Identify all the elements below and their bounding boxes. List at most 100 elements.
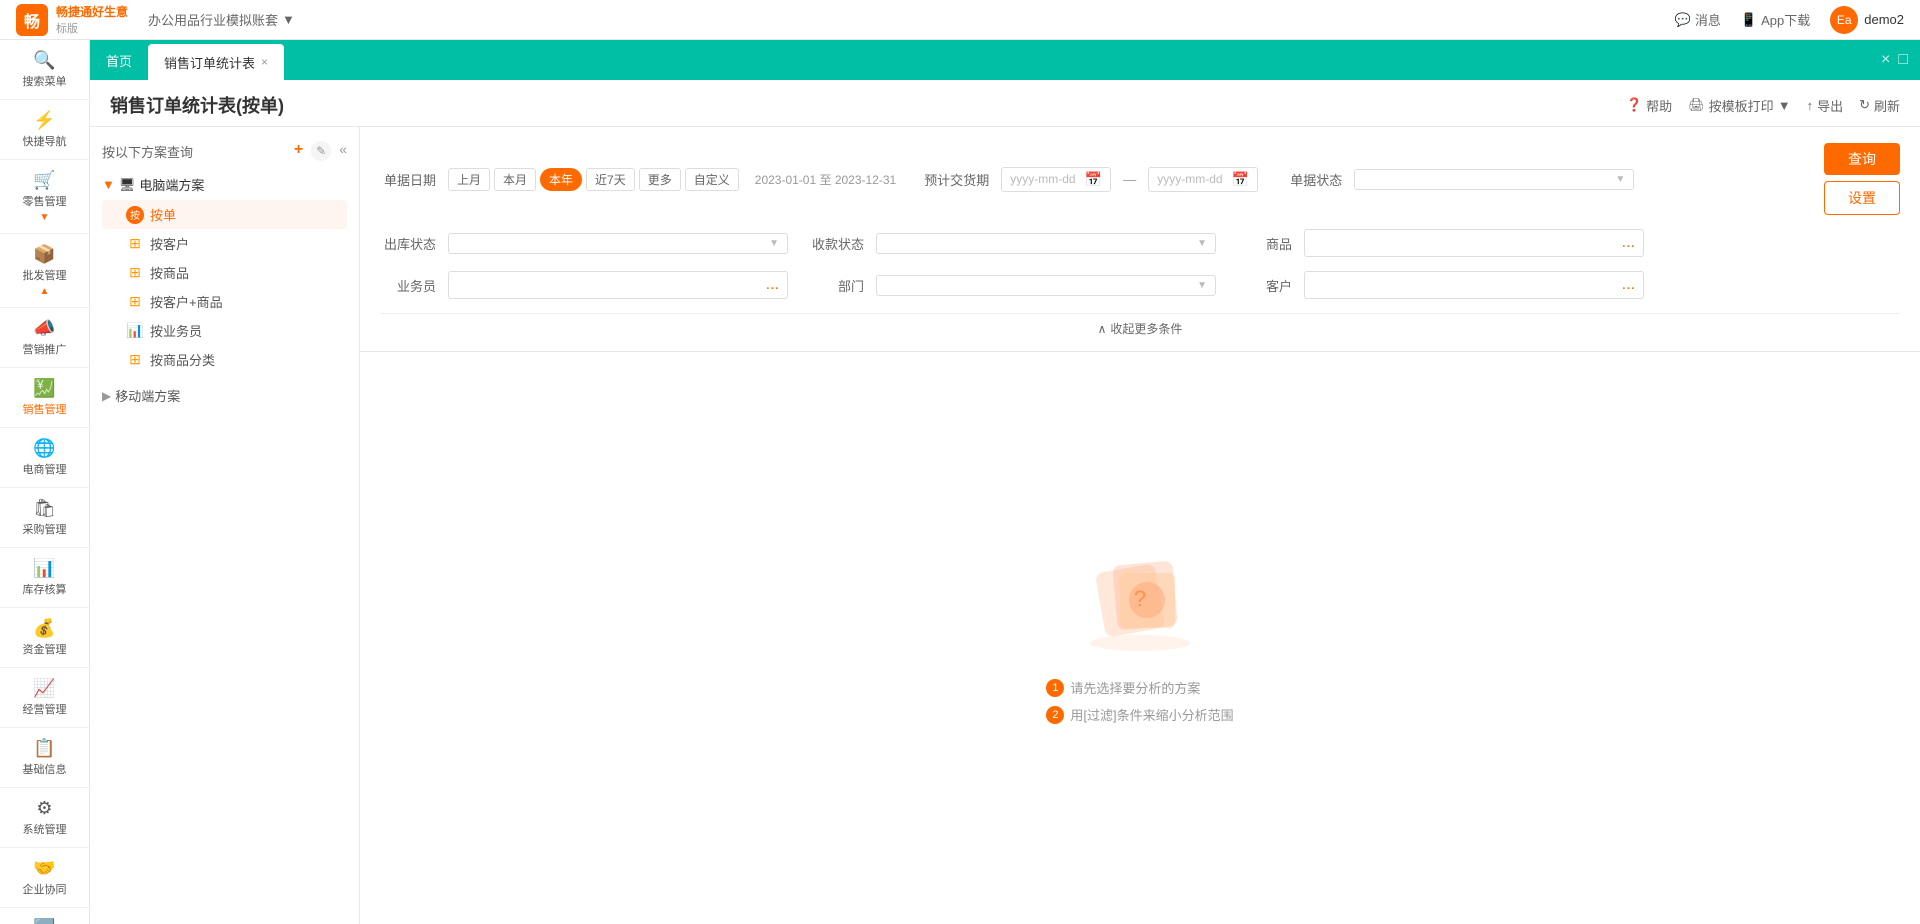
- print-icon: 🖨: [1688, 97, 1705, 113]
- print-dropdown-icon: ▼: [1778, 98, 1791, 113]
- scheme-by-salesman[interactable]: 📊 按业务员: [102, 316, 347, 345]
- window-maximize-button[interactable]: □: [1898, 51, 1908, 69]
- hint-1: 请先选择要分析的方案: [1046, 674, 1233, 701]
- sidebar-item-wholesale[interactable]: 📦 批发管理 ▲: [0, 234, 89, 308]
- scheme-by-customer[interactable]: ⊞ 按客户: [102, 229, 347, 258]
- payment-dropdown-icon: ▼: [1197, 238, 1207, 249]
- empty-hints: 请先选择要分析的方案 用[过滤]条件来缩小分析范围: [1046, 674, 1233, 728]
- sidebar-item-operations[interactable]: 📈 经营管理: [0, 668, 89, 728]
- workspace-selector[interactable]: 办公用品行业模拟账套 ▼: [148, 10, 295, 29]
- export-button[interactable]: ↑ 导出: [1807, 96, 1844, 115]
- product-ellipsis-icon[interactable]: ...: [1622, 234, 1635, 252]
- expected-date-end[interactable]: yyyy-mm-dd 📅: [1148, 167, 1258, 192]
- payment-status-label: 收款状态: [808, 234, 864, 253]
- edit-scheme-button[interactable]: ✎: [311, 141, 331, 161]
- payment-status-select[interactable]: ▼: [876, 233, 1216, 254]
- query-button[interactable]: 查询: [1824, 143, 1900, 175]
- empty-svg: ?: [1070, 548, 1210, 658]
- collapse-arrow-icon: ∧: [1098, 322, 1107, 336]
- order-status-select[interactable]: ▼: [1354, 169, 1634, 190]
- customer-ellipsis-icon[interactable]: ...: [1622, 276, 1635, 294]
- customer-label: 客户: [1236, 276, 1292, 295]
- settings-button[interactable]: 设置: [1824, 181, 1900, 215]
- delivery-status-select[interactable]: ▼: [448, 233, 788, 254]
- tab-close-icon[interactable]: ×: [261, 55, 268, 69]
- product-label: 商品: [1236, 234, 1292, 253]
- date-btn-custom[interactable]: 自定义: [685, 168, 739, 191]
- customer-input[interactable]: ...: [1304, 271, 1644, 299]
- date-btn-last-month[interactable]: 上月: [448, 168, 490, 191]
- sidebar-item-newbie[interactable]: 🆕 新手引导: [0, 908, 89, 924]
- content-area: 销售订单统计表(按单) ❓ 帮助 🖨 按模板打印 ▼ ↑: [90, 80, 1920, 924]
- date-btn-this-year[interactable]: 本年: [540, 168, 582, 191]
- sidebar-item-finance[interactable]: 💰 资金管理: [0, 608, 89, 668]
- date-buttons: 上月 本月 本年 近7天 更多 自定义: [448, 168, 739, 191]
- department-label: 部门: [808, 276, 864, 295]
- order-status-dropdown-icon: ▼: [1615, 174, 1625, 185]
- left-panel-header: 按以下方案查询 + ✎ «: [90, 137, 359, 169]
- expected-date-start[interactable]: yyyy-mm-dd 📅: [1001, 167, 1111, 192]
- refresh-button[interactable]: ↻ 刷新: [1859, 96, 1900, 115]
- sidebar-item-quicknav[interactable]: ⚡ 快捷导航: [0, 100, 89, 160]
- tab-home[interactable]: 首页: [90, 40, 148, 80]
- date-btn-7days[interactable]: 近7天: [586, 168, 635, 191]
- sidebar-item-enterprise[interactable]: 🤝 企业协同: [0, 848, 89, 908]
- delivery-dropdown-icon: ▼: [769, 238, 779, 249]
- help-button[interactable]: ❓ 帮助: [1626, 96, 1672, 115]
- scheme-by-order[interactable]: 按 按单: [102, 200, 347, 229]
- pc-scheme-parent[interactable]: ▼ 🖥 电脑端方案: [102, 169, 347, 200]
- collapse-bar[interactable]: ∧ 收起更多条件: [380, 313, 1900, 343]
- query-action-group: 查询 设置: [1824, 143, 1900, 215]
- help-icon: ❓: [1626, 97, 1642, 113]
- product-input[interactable]: ...: [1304, 229, 1644, 257]
- tab-bar-actions: × □: [1881, 51, 1920, 69]
- scheme-section: ▼ 🖥 电脑端方案 按 按单 ⊞ 按客户: [90, 169, 359, 374]
- app-download-button[interactable]: 📱 App下载: [1741, 10, 1810, 29]
- left-panel: 按以下方案查询 + ✎ « ▼ 🖥 电脑端方案: [90, 127, 360, 924]
- salesman-ellipsis-icon[interactable]: ...: [766, 276, 779, 294]
- export-icon: ↑: [1807, 98, 1814, 113]
- date-label: 单据日期: [380, 170, 436, 189]
- salesman-input[interactable]: ...: [448, 271, 788, 299]
- sidebar-item-inventory[interactable]: 📊 库存核算: [0, 548, 89, 608]
- sidebar-item-system[interactable]: ⚙ 系统管理: [0, 788, 89, 848]
- page-title: 销售订单统计表(按单): [110, 92, 284, 118]
- sidebar: 🔍 搜索菜单 ⚡ 快捷导航 🛒 零售管理 ▼ 📦 批发管理 ▲ 📣 营销推广: [0, 40, 90, 924]
- date-btn-this-month[interactable]: 本月: [494, 168, 536, 191]
- left-panel-icons: + ✎ «: [294, 141, 347, 161]
- sidebar-item-search[interactable]: 🔍 搜索菜单: [0, 40, 89, 100]
- top-bar-left: 畅 畅捷通好生意 标版 办公用品行业模拟账套 ▼: [16, 3, 295, 36]
- sidebar-item-basic[interactable]: 📋 基础信息: [0, 728, 89, 788]
- filter-row-2: 出库状态 ▼ 收款状态 ▼ 商品: [380, 229, 1900, 257]
- scheme-by-product[interactable]: ⊞ 按商品: [102, 258, 347, 287]
- sidebar-item-sales[interactable]: 💹 销售管理: [0, 368, 89, 428]
- order-status-label: 单据状态: [1286, 170, 1342, 189]
- empty-illustration: ?: [1070, 548, 1210, 658]
- collapse-panel-button[interactable]: «: [339, 141, 347, 161]
- user-profile[interactable]: Ea demo2: [1830, 6, 1904, 34]
- tab-sales-order[interactable]: 销售订单统计表 ×: [148, 44, 284, 80]
- sidebar-item-retail[interactable]: 🛒 零售管理 ▼: [0, 160, 89, 234]
- hint-2: 用[过滤]条件来缩小分析范围: [1046, 701, 1233, 728]
- date-btn-more[interactable]: 更多: [639, 168, 681, 191]
- mobile-scheme-parent[interactable]: ▶ 移动端方案: [90, 382, 359, 409]
- expand-icon: ▼: [102, 177, 115, 192]
- app-title: 畅捷通好生意: [56, 3, 128, 20]
- print-button[interactable]: 🖨 按模板打印 ▼: [1688, 96, 1790, 115]
- calendar-icon-end: 📅: [1232, 171, 1249, 188]
- delivery-status-label: 出库状态: [380, 234, 436, 253]
- sidebar-item-purchase[interactable]: 🛍 采购管理: [0, 488, 89, 548]
- message-button[interactable]: 💬 消息: [1675, 10, 1721, 29]
- department-dropdown-icon: ▼: [1197, 280, 1207, 291]
- window-close-button[interactable]: ×: [1881, 51, 1890, 69]
- sidebar-item-ecommerce[interactable]: 🌐 电商管理: [0, 428, 89, 488]
- department-select[interactable]: ▼: [876, 275, 1216, 296]
- app-info: 畅捷通好生意 标版: [56, 3, 128, 36]
- sidebar-item-marketing[interactable]: 📣 营销推广: [0, 308, 89, 368]
- scheme-by-customer-product[interactable]: ⊞ 按客户+商品: [102, 287, 347, 316]
- filter-row-1: 单据日期 上月 本月 本年 近7天 更多 自定义 2023-01-01 至 20…: [380, 143, 1900, 215]
- page-actions: ❓ 帮助 🖨 按模板打印 ▼ ↑ 导出 ↻: [1626, 96, 1900, 115]
- add-scheme-button[interactable]: +: [294, 141, 303, 161]
- scheme-by-category[interactable]: ⊞ 按商品分类: [102, 345, 347, 374]
- refresh-icon: ↻: [1859, 97, 1870, 113]
